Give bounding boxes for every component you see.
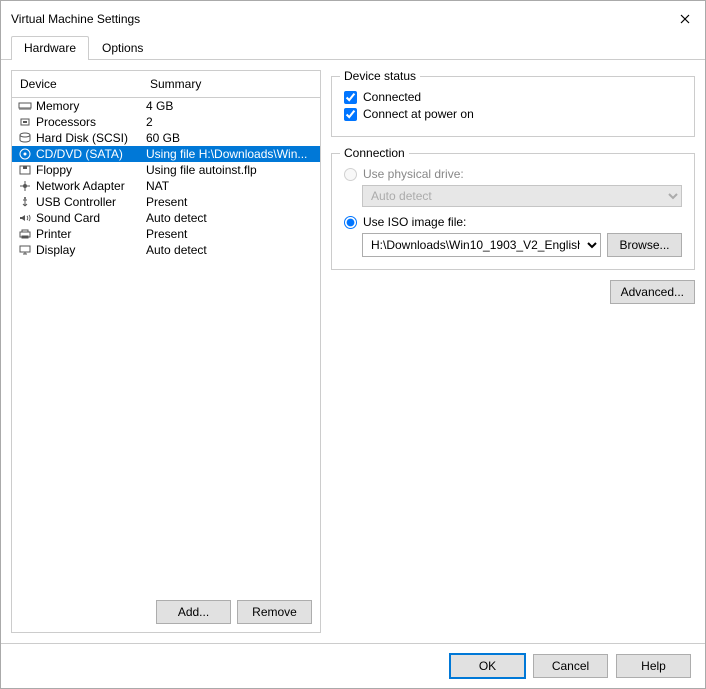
- device-status-group: Device status Connected Connect at power…: [331, 76, 695, 137]
- physical-drive-row: Use physical drive:: [344, 167, 682, 181]
- device-row[interactable]: Processors2: [12, 114, 320, 130]
- display-icon: [16, 244, 34, 256]
- disk-icon: [16, 132, 34, 144]
- connect-poweron-row[interactable]: Connect at power on: [344, 107, 682, 121]
- right-panel: Device status Connected Connect at power…: [331, 70, 695, 633]
- device-list-header: Device Summary: [12, 71, 320, 98]
- iso-row[interactable]: Use ISO image file:: [344, 215, 682, 229]
- device-summary: 2: [142, 115, 316, 129]
- device-row[interactable]: Memory4 GB: [12, 98, 320, 114]
- device-panel: Device Summary Memory4 GBProcessors2Hard…: [11, 70, 321, 633]
- device-name: Display: [34, 243, 142, 257]
- add-button[interactable]: Add...: [156, 600, 231, 624]
- advanced-button[interactable]: Advanced...: [610, 280, 695, 304]
- tabs: Hardware Options: [1, 35, 705, 60]
- device-list[interactable]: Memory4 GBProcessors2Hard Disk (SCSI)60 …: [12, 98, 320, 591]
- net-icon: [16, 180, 34, 192]
- device-name: CD/DVD (SATA): [34, 147, 142, 161]
- physical-drive-radio: [344, 168, 357, 181]
- device-summary: NAT: [142, 179, 316, 193]
- device-name: Processors: [34, 115, 142, 129]
- close-icon: [680, 14, 690, 24]
- device-row[interactable]: CD/DVD (SATA)Using file H:\Downloads\Win…: [12, 146, 320, 162]
- device-name: Network Adapter: [34, 179, 142, 193]
- printer-icon: [16, 228, 34, 240]
- help-button[interactable]: Help: [616, 654, 691, 678]
- device-summary: Using file autoinst.flp: [142, 163, 316, 177]
- iso-file-select[interactable]: H:\Downloads\Win10_1903_V2_English_x6: [362, 233, 601, 257]
- memory-icon: [16, 100, 34, 112]
- col-summary[interactable]: Summary: [142, 71, 320, 97]
- cancel-button[interactable]: Cancel: [533, 654, 608, 678]
- device-summary: Present: [142, 227, 316, 241]
- window-title: Virtual Machine Settings: [11, 12, 140, 26]
- device-row[interactable]: Network AdapterNAT: [12, 178, 320, 194]
- vm-settings-window: Virtual Machine Settings Hardware Option…: [0, 0, 706, 689]
- connect-poweron-label: Connect at power on: [363, 107, 474, 121]
- cpu-icon: [16, 116, 34, 128]
- advanced-row: Advanced...: [331, 280, 695, 304]
- floppy-icon: [16, 164, 34, 176]
- device-summary: Present: [142, 195, 316, 209]
- device-summary: 60 GB: [142, 131, 316, 145]
- connection-title: Connection: [340, 146, 409, 160]
- device-status-title: Device status: [340, 69, 420, 83]
- device-row[interactable]: Sound CardAuto detect: [12, 210, 320, 226]
- physical-drive-label: Use physical drive:: [363, 167, 464, 181]
- device-summary: Auto detect: [142, 211, 316, 225]
- device-name: USB Controller: [34, 195, 142, 209]
- device-name: Memory: [34, 99, 142, 113]
- browse-button[interactable]: Browse...: [607, 233, 682, 257]
- close-button[interactable]: [675, 9, 695, 29]
- usb-icon: [16, 196, 34, 208]
- iso-radio[interactable]: [344, 216, 357, 229]
- titlebar: Virtual Machine Settings: [1, 1, 705, 35]
- device-row[interactable]: FloppyUsing file autoinst.flp: [12, 162, 320, 178]
- physical-drive-select: Auto detect: [362, 185, 682, 207]
- connected-label: Connected: [363, 90, 421, 104]
- device-name: Sound Card: [34, 211, 142, 225]
- sound-icon: [16, 212, 34, 224]
- physical-drive-select-wrap: Auto detect: [362, 185, 682, 207]
- tab-options[interactable]: Options: [89, 36, 156, 60]
- device-row[interactable]: PrinterPresent: [12, 226, 320, 242]
- device-name: Printer: [34, 227, 142, 241]
- device-summary: Auto detect: [142, 243, 316, 257]
- remove-button[interactable]: Remove: [237, 600, 312, 624]
- device-row[interactable]: USB ControllerPresent: [12, 194, 320, 210]
- device-name: Floppy: [34, 163, 142, 177]
- device-row[interactable]: DisplayAuto detect: [12, 242, 320, 258]
- connected-row[interactable]: Connected: [344, 90, 682, 104]
- content: Device Summary Memory4 GBProcessors2Hard…: [1, 60, 705, 643]
- connect-poweron-checkbox[interactable]: [344, 108, 357, 121]
- iso-label: Use ISO image file:: [363, 215, 466, 229]
- device-name: Hard Disk (SCSI): [34, 131, 142, 145]
- device-row[interactable]: Hard Disk (SCSI)60 GB: [12, 130, 320, 146]
- device-summary: Using file H:\Downloads\Win...: [142, 147, 316, 161]
- ok-button[interactable]: OK: [450, 654, 525, 678]
- connected-checkbox[interactable]: [344, 91, 357, 104]
- col-device[interactable]: Device: [12, 71, 142, 97]
- bottom-bar: OK Cancel Help: [1, 643, 705, 688]
- device-summary: 4 GB: [142, 99, 316, 113]
- device-list-buttons: Add... Remove: [12, 591, 320, 632]
- cd-icon: [16, 148, 34, 160]
- connection-group: Connection Use physical drive: Auto dete…: [331, 153, 695, 270]
- tab-hardware[interactable]: Hardware: [11, 36, 89, 60]
- iso-file-row: H:\Downloads\Win10_1903_V2_English_x6 Br…: [362, 233, 682, 257]
